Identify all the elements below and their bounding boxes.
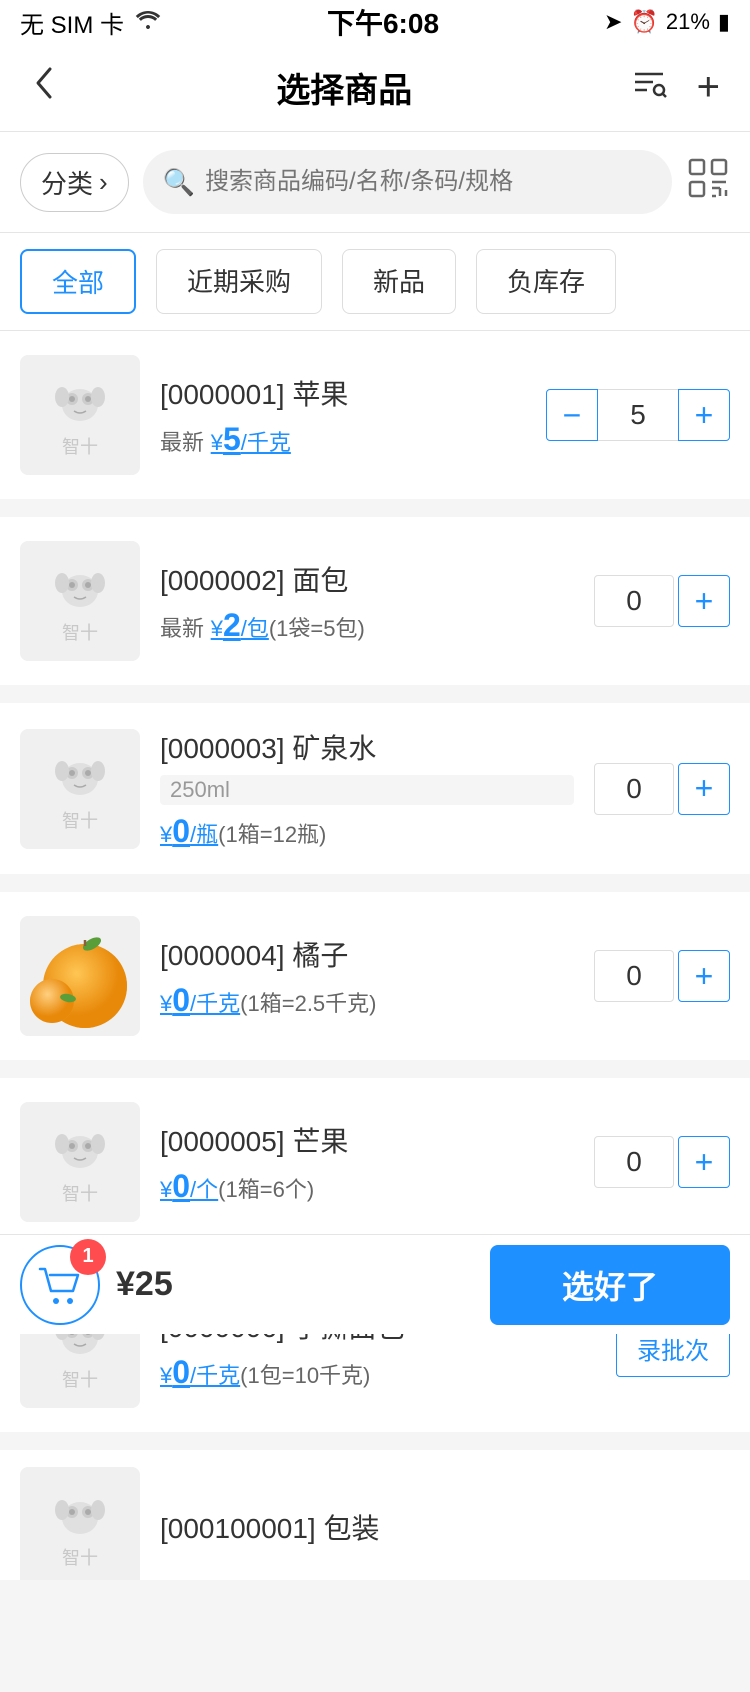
qty-plus-0000003[interactable]: + [678,763,730,815]
nav-actions: + [631,65,720,110]
battery-icon: ▮ [718,9,730,35]
product-info-0000001: [0000001] 苹果 最新 ¥5/千克 [160,373,526,458]
location-icon: ➤ [604,9,622,35]
status-left: 无 SIM 卡 [20,5,162,40]
cart-badge: 1 [70,1239,106,1275]
page-title: 选择商品 [276,63,412,112]
product-list: 智十 [0000001] 苹果 最新 ¥5/千克 − + [0,331,750,1692]
qty-control-0000004: + [594,950,730,1002]
qty-input-0000002[interactable] [594,575,674,627]
product-price-0000005: ¥0/个(1箱=6个) [160,1168,574,1205]
product-name-000100001: [000100001] 包装 [160,1507,730,1547]
product-item-000100001: 智十 [000100001] 包装 [0,1450,750,1580]
product-thumb-0000003: 智十 [20,729,140,849]
search-input[interactable] [205,168,652,196]
scan-icon[interactable] [686,156,730,209]
product-name-0000002: [0000002] 面包 [160,559,574,599]
bottom-bar: 1 ¥25 选好了 [0,1234,750,1334]
product-item-0000005: 智十 [0000005] 芒果 ¥0/个(1箱=6个) + [0,1078,750,1246]
category-button[interactable]: 分类 › [20,153,129,212]
tab-all[interactable]: 全部 [20,249,136,314]
product-price-0000001: 最新 ¥5/千克 [160,421,526,458]
tab-new[interactable]: 新品 [342,249,456,314]
filter-row: 分类 › 🔍 [0,132,750,233]
filter-icon[interactable] [631,67,667,109]
nav-bar: 选择商品 + [0,44,750,132]
product-name-0000004: [0000004] 橘子 [160,934,574,974]
add-button[interactable]: + [697,65,720,110]
category-arrow: › [99,167,108,198]
wifi-icon [134,8,162,36]
qty-input-0000003[interactable] [594,763,674,815]
product-item-0000002: 智十 [0000002] 面包 最新 ¥2/包(1袋=5包) + [0,517,750,685]
tab-recent[interactable]: 近期采购 [156,249,322,314]
qty-control-0000001: − + [546,389,730,441]
qty-control-0000003: + [594,763,730,815]
back-button[interactable] [30,61,58,115]
product-thumb-0000004 [20,916,140,1036]
confirm-button[interactable]: 选好了 [490,1245,730,1325]
status-bar: 无 SIM 卡 下午6:08 ➤ ⏰ 21% ▮ [0,0,750,44]
qty-plus-0000002[interactable]: + [678,575,730,627]
product-info-0000002: [0000002] 面包 最新 ¥2/包(1袋=5包) [160,559,574,644]
product-item-0000003: 智十 [0000003] 矿泉水 250ml ¥0/瓶(1箱=12瓶) + [0,703,750,874]
product-price-0000003: ¥0/瓶(1箱=12瓶) [160,813,574,850]
status-right: ➤ ⏰ 21% ▮ [604,9,730,35]
product-item-0000001: 智十 [0000001] 苹果 最新 ¥5/千克 − + [0,331,750,499]
product-name-0000003: [0000003] 矿泉水 [160,727,574,767]
product-thumb-0000005: 智十 [20,1102,140,1222]
qty-input-0000001[interactable] [598,389,678,441]
qty-plus-0000004[interactable]: + [678,950,730,1002]
product-item-0000004: [0000004] 橘子 ¥0/千克(1箱=2.5千克) + [0,892,750,1060]
product-thumb-000100001: 智十 [20,1467,140,1580]
product-price-0000002: 最新 ¥2/包(1袋=5包) [160,607,574,644]
qty-minus-0000001[interactable]: − [546,389,598,441]
cart-button[interactable]: 1 [20,1245,100,1325]
qty-control-0000002: + [594,575,730,627]
qty-control-0000005: + [594,1136,730,1188]
qty-plus-0000005[interactable]: + [678,1136,730,1188]
product-info-0000005: [0000005] 芒果 ¥0/个(1箱=6个) [160,1120,574,1205]
alarm-icon: ⏰ [630,9,657,35]
qty-input-0000004[interactable] [594,950,674,1002]
search-box: 🔍 [143,150,672,214]
search-icon: 🔍 [163,167,195,198]
cart-total: ¥25 [116,1265,173,1304]
tab-row: 全部 近期采购 新品 负库存 [0,233,750,331]
product-info-0000003: [0000003] 矿泉水 250ml ¥0/瓶(1箱=12瓶) [160,727,574,850]
status-time: 下午6:08 [327,2,439,42]
product-thumb-0000001: 智十 [20,355,140,475]
qty-input-0000005[interactable] [594,1136,674,1188]
product-spec-0000003: 250ml [160,775,574,805]
sim-label: 无 SIM 卡 [20,5,124,40]
product-name-0000005: [0000005] 芒果 [160,1120,574,1160]
battery-label: 21% [666,9,710,35]
product-price-0000004: ¥0/千克(1箱=2.5千克) [160,982,574,1019]
cart-area: 1 ¥25 [20,1245,490,1325]
qty-plus-0000001[interactable]: + [678,389,730,441]
product-name-0000001: [0000001] 苹果 [160,373,526,413]
category-label: 分类 [41,164,93,201]
product-price-0000006: ¥0/千克(1包=10千克) [160,1354,596,1391]
product-info-000100001: [000100001] 包装 [160,1507,730,1547]
tab-negative[interactable]: 负库存 [476,249,616,314]
product-info-0000004: [0000004] 橘子 ¥0/千克(1箱=2.5千克) [160,934,574,1019]
product-thumb-0000002: 智十 [20,541,140,661]
